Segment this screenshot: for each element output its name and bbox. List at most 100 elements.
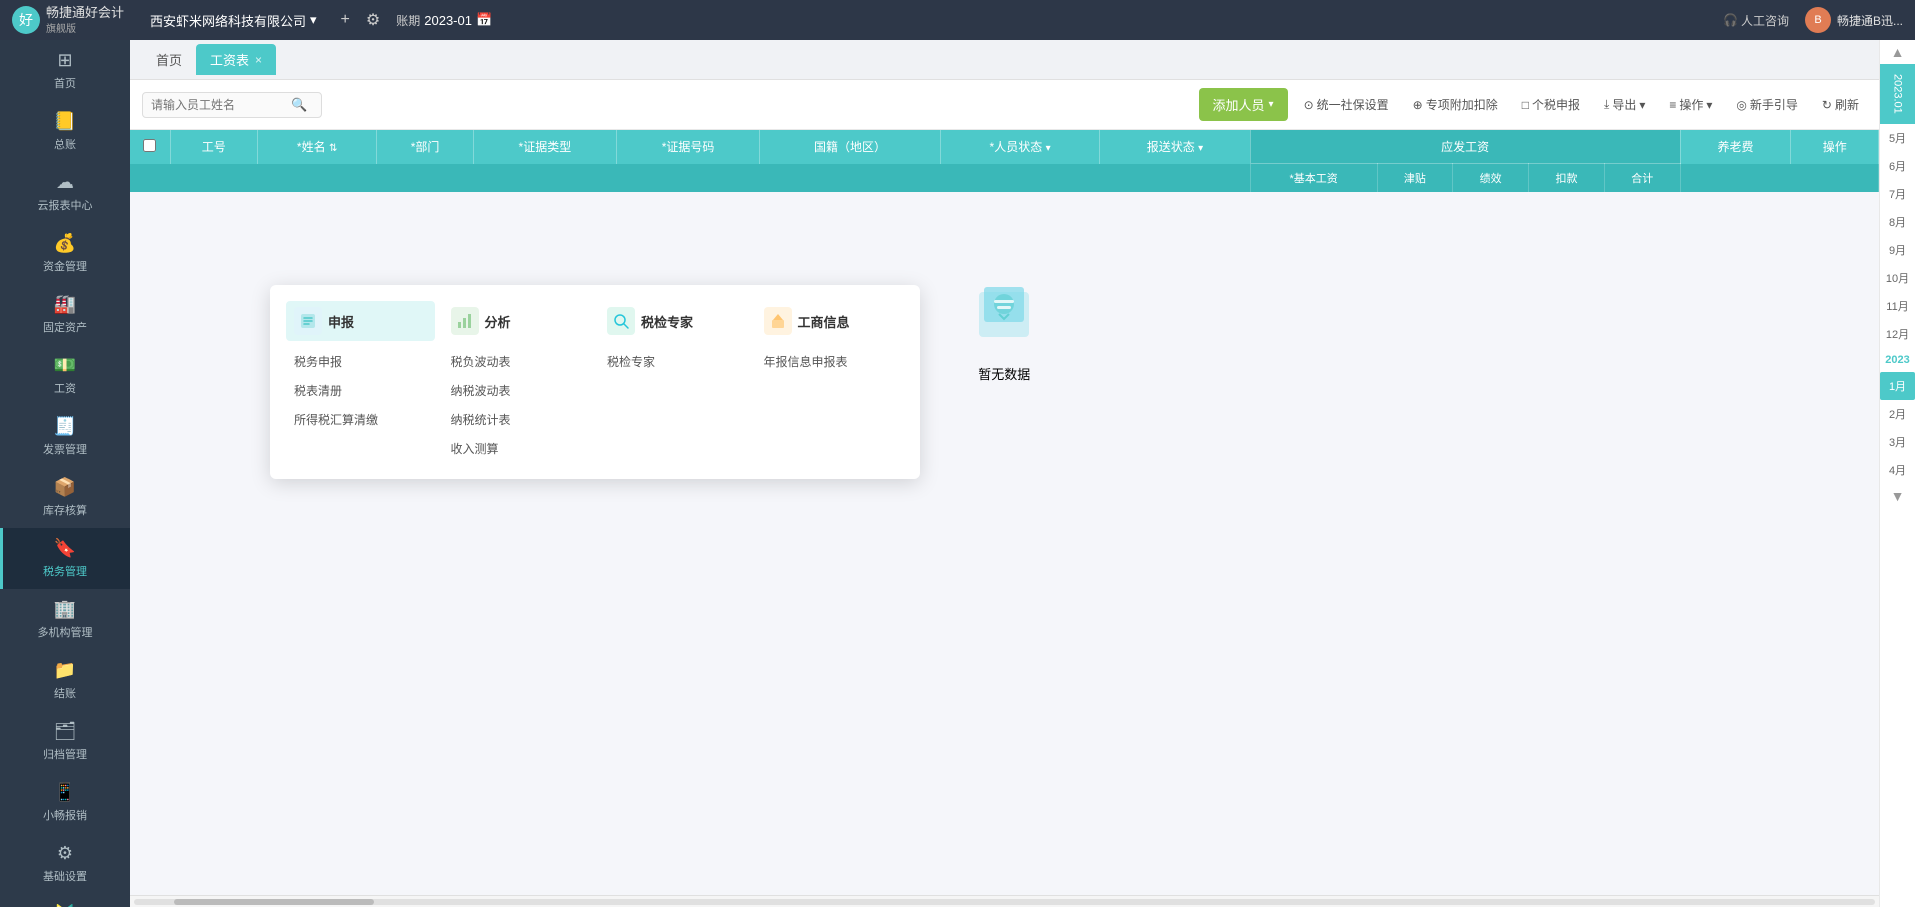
- month-4[interactable]: 4月: [1880, 456, 1915, 484]
- shenbao-header: 申报: [286, 301, 435, 341]
- bottom-scrollbar[interactable]: [130, 895, 1879, 907]
- add-person-button[interactable]: 添加人员 ▾: [1199, 88, 1288, 121]
- add-button[interactable]: +: [337, 9, 354, 31]
- month-11[interactable]: 11月: [1880, 292, 1915, 320]
- sidebar-item-guide[interactable]: 🔰 新手引导: [0, 894, 130, 907]
- scroll-down-btn[interactable]: ▼: [1887, 484, 1909, 508]
- sidebar-label-inventory: 库存核算: [43, 502, 87, 518]
- settings-button[interactable]: ⚙: [362, 8, 384, 32]
- sidebar-item-invoice[interactable]: 🧾 发票管理: [0, 406, 130, 467]
- guide-label: 新手引导: [1750, 96, 1798, 113]
- menu-item-taxexpert[interactable]: 税检专家: [599, 347, 748, 376]
- gongshang-icon: [764, 307, 792, 335]
- sidebar-item-salary[interactable]: 💵 工资: [0, 345, 130, 406]
- month-3[interactable]: 3月: [1880, 428, 1915, 456]
- menu-item-taxclear[interactable]: 税表清册: [286, 376, 435, 405]
- fenxi-title: 分析: [485, 312, 511, 331]
- menu-item-taxpay[interactable]: 纳税波动表: [443, 376, 592, 405]
- shuijian-header: 税检专家: [599, 301, 748, 341]
- menu-item-taxsettle[interactable]: 所得税汇算清缴: [286, 405, 435, 434]
- refresh-icon: ↻: [1822, 98, 1832, 112]
- month-12[interactable]: 12月: [1880, 320, 1915, 348]
- month-5[interactable]: 5月: [1880, 124, 1915, 152]
- sidebar-item-archive[interactable]: 🗂 归档管理: [0, 711, 130, 772]
- month-1-current[interactable]: 1月: [1880, 372, 1915, 400]
- sidebar-item-inventory[interactable]: 📦 库存核算: [0, 467, 130, 528]
- month-7[interactable]: 7月: [1880, 180, 1915, 208]
- service-label: 人工咨询: [1741, 12, 1789, 29]
- baseset-icon: ⚙: [57, 843, 73, 864]
- sidebar-label-invoice: 发票管理: [43, 441, 87, 457]
- top-bar: 好 畅捷通好会计 旗舰版 西安虾米网络科技有限公司 ▾ + ⚙ 账期 2023-…: [0, 0, 1915, 40]
- special-deduction-button[interactable]: ⊕ 专项附加扣除: [1405, 91, 1506, 118]
- sidebar-item-assets[interactable]: 🏭 固定资产: [0, 284, 130, 345]
- menu-item-annualreport[interactable]: 年报信息申报表: [756, 347, 905, 376]
- user-name: 畅捷通B迅...: [1837, 12, 1903, 29]
- select-all-checkbox[interactable]: [143, 139, 156, 152]
- tab-bar: 首页 工资表 ×: [130, 40, 1879, 80]
- sidebar-item-tax[interactable]: 🔖 税务管理: [0, 528, 130, 589]
- app-name: 畅捷通好会计: [46, 5, 124, 21]
- shuijian-icon: [607, 307, 635, 335]
- operation-label: 操作: [1679, 96, 1703, 113]
- menu-item-taxstat[interactable]: 纳税统计表: [443, 405, 592, 434]
- refresh-button[interactable]: ↻ 刷新: [1814, 91, 1867, 118]
- month-6[interactable]: 6月: [1880, 152, 1915, 180]
- menu-section-fenxi: 分析 税负波动表 纳税波动表 纳税统计表 收入测算: [443, 301, 592, 463]
- sidebar-item-home[interactable]: ⊞ 首页: [0, 40, 130, 101]
- tab-salary[interactable]: 工资表 ×: [196, 44, 276, 75]
- sidebar-item-multiorg[interactable]: 🏢 多机构管理: [0, 589, 130, 650]
- calendar-icon[interactable]: 📅: [476, 12, 492, 28]
- company-selector[interactable]: 西安虾米网络科技有限公司 ▾: [150, 11, 321, 30]
- month-2[interactable]: 2月: [1880, 400, 1915, 428]
- sidebar-label-cloud: 云报表中心: [38, 197, 93, 213]
- export-button[interactable]: ⤓ 导出 ▾: [1596, 91, 1653, 118]
- scrollbar-thumb[interactable]: [174, 899, 374, 905]
- fenxi-icon: [451, 307, 479, 335]
- sidebar-item-cloud[interactable]: ☁ 云报表中心: [0, 162, 130, 223]
- menu-item-taxburden[interactable]: 税负波动表: [443, 347, 592, 376]
- month-8[interactable]: 8月: [1880, 208, 1915, 236]
- th-name: *姓名 ⇅: [257, 130, 376, 164]
- sidebar: ⊞ 首页 📒 总账 ☁ 云报表中心 💰 资金管理 🏭 固定资产 💵 工资 🧾 发…: [0, 40, 130, 907]
- period-value[interactable]: 2023-01: [424, 13, 472, 28]
- month-9[interactable]: 9月: [1880, 236, 1915, 264]
- send-filter-icon[interactable]: ▾: [1198, 143, 1203, 154]
- gongshang-header: 工商信息: [756, 301, 905, 341]
- user-info[interactable]: B 畅捷通B迅...: [1805, 7, 1903, 33]
- tab-close-btn[interactable]: ×: [255, 53, 262, 67]
- logo-area: 好 畅捷通好会计 旗舰版: [12, 5, 142, 36]
- app-edition: 旗舰版: [46, 20, 124, 35]
- company-dropdown-icon: ▾: [310, 12, 317, 28]
- select-all-header[interactable]: [130, 130, 170, 164]
- sidebar-item-ledger[interactable]: 📒 总账: [0, 101, 130, 162]
- th-performance: 绩效: [1453, 164, 1529, 193]
- add-person-label: 添加人员: [1213, 95, 1265, 114]
- guide-help-icon: ◎: [1736, 98, 1746, 112]
- social-security-button[interactable]: ⊙ 统一社保设置: [1296, 91, 1397, 118]
- inventory-icon: 📦: [54, 477, 76, 498]
- sidebar-item-xiaochang[interactable]: 📱 小畅报销: [0, 772, 130, 833]
- month-10[interactable]: 10月: [1880, 264, 1915, 292]
- scroll-up-btn[interactable]: ▲: [1887, 40, 1909, 64]
- sidebar-item-close[interactable]: 📁 结账: [0, 650, 130, 711]
- add-dropdown-icon: ▾: [1269, 99, 1274, 110]
- sidebar-item-funds[interactable]: 💰 资金管理: [0, 223, 130, 284]
- search-input[interactable]: [151, 98, 291, 112]
- sidebar-label-salary: 工资: [54, 380, 76, 396]
- right-panel: ▲ 2023.01 5月 6月 7月 8月 9月 10月 11月 12月 202…: [1879, 40, 1915, 907]
- menu-item-income[interactable]: 收入测算: [443, 434, 592, 463]
- right-panel-header: 2023.01: [1880, 64, 1915, 124]
- sidebar-item-baseset[interactable]: ⚙ 基础设置: [0, 833, 130, 894]
- tab-home[interactable]: 首页: [142, 44, 196, 75]
- status-filter-icon[interactable]: ▾: [1046, 143, 1051, 154]
- operation-button[interactable]: ≡ 操作 ▾: [1661, 91, 1720, 118]
- th-deductions: 扣款: [1529, 164, 1605, 193]
- menu-item-taxreport[interactable]: 税务申报: [286, 347, 435, 376]
- salary-icon: 💵: [54, 355, 76, 376]
- guide-button[interactable]: ◎ 新手引导: [1728, 91, 1806, 118]
- scrollbar-track[interactable]: [134, 899, 1875, 905]
- tax-report-button[interactable]: □ 个税申报: [1514, 91, 1588, 118]
- service-btn[interactable]: 🎧 人工咨询: [1723, 12, 1789, 29]
- search-box: 🔍: [142, 92, 322, 118]
